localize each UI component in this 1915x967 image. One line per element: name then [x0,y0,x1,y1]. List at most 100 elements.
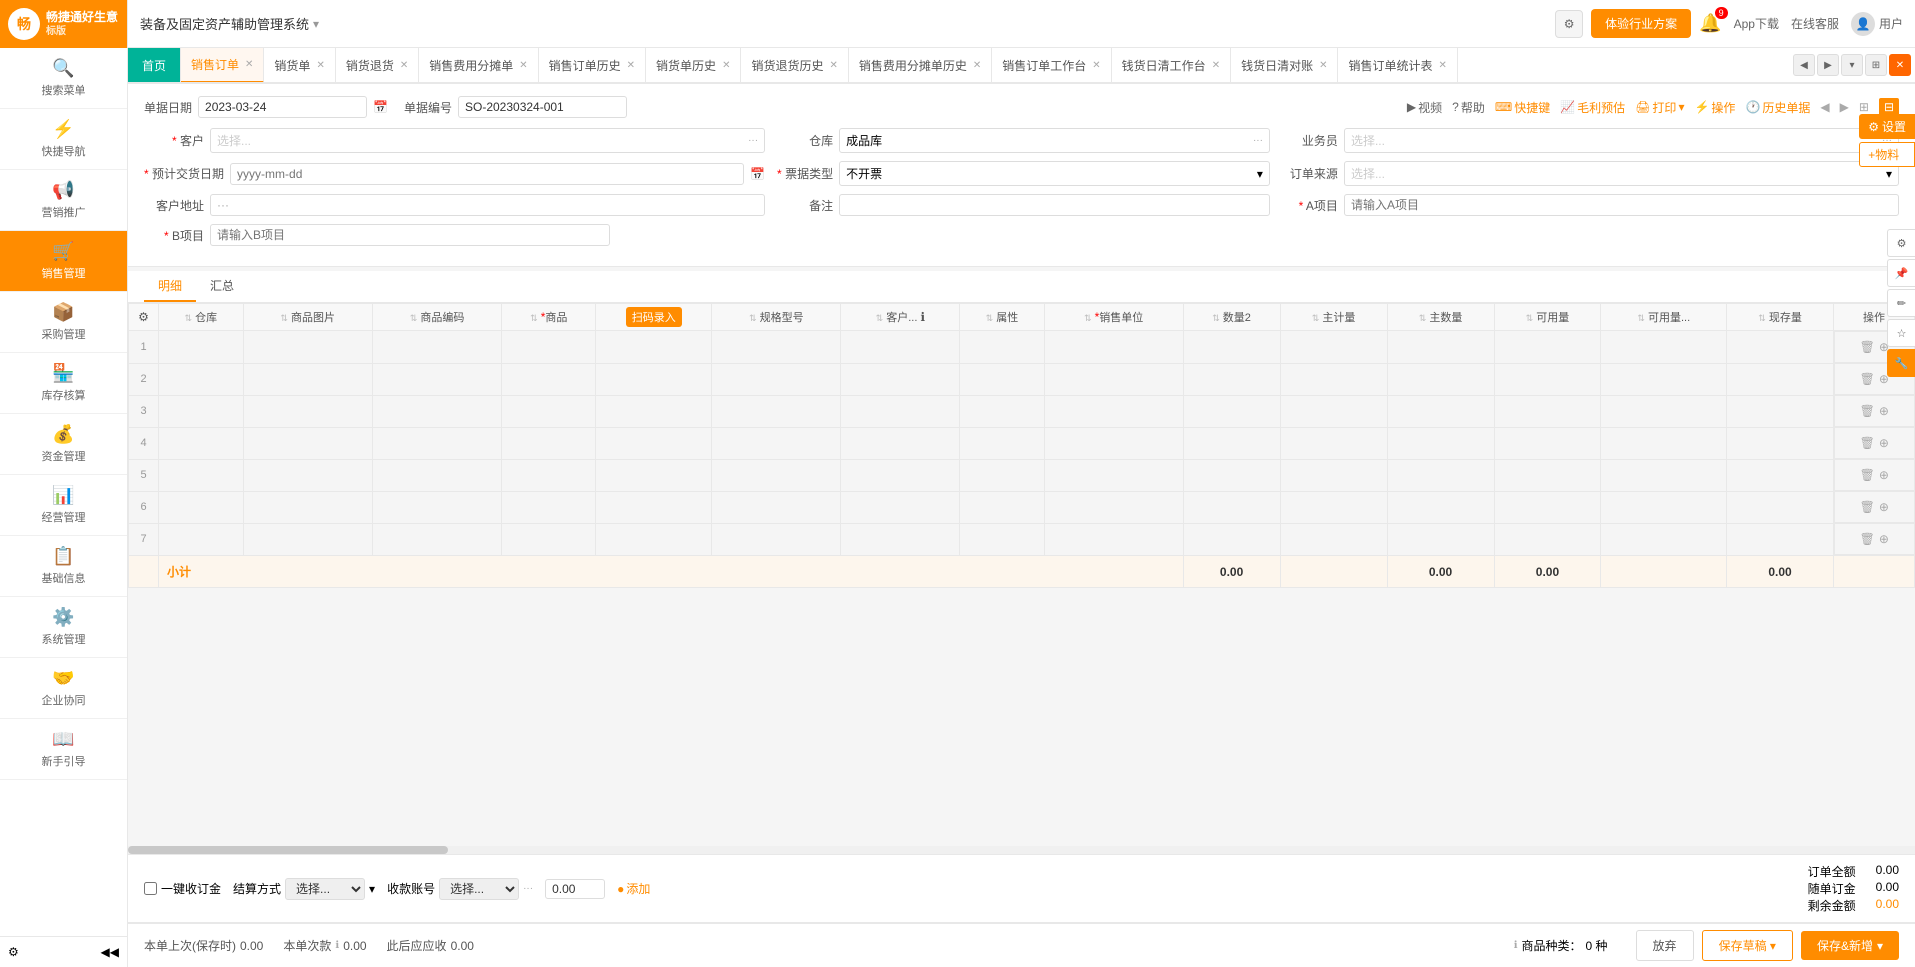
cell-spec[interactable] [712,427,841,459]
cell-sales-unit[interactable] [1044,395,1183,427]
industry-solution-button[interactable]: 体验行业方案 [1591,9,1691,38]
salesperson-select[interactable]: 选择... ··· [1344,128,1899,153]
save-draft-button[interactable]: 保存草稿 ▾ [1702,930,1793,961]
cell-sales-unit[interactable] [1044,491,1183,523]
cell-main-qty[interactable] [1387,459,1494,491]
tab-close-icon[interactable]: ✕ [1212,60,1220,71]
sidebar-item-purchase[interactable]: 📦 采购管理 [0,292,127,353]
cell-stock[interactable] [1727,427,1834,459]
tab-sales-return[interactable]: 销货单 ✕ [264,48,335,83]
cell-stock[interactable] [1727,395,1834,427]
cell-main-unit[interactable] [1280,523,1387,556]
tab-sales-return-history[interactable]: 销货单历史 ✕ [646,48,741,83]
cell-available2[interactable] [1601,459,1727,491]
tab-cash-daily-workbench[interactable]: 钱货日清工作台 ✕ [1112,48,1231,83]
cell-attrs[interactable] [960,395,1045,427]
row-copy-icon[interactable]: ⊕ [1879,404,1889,418]
tab-cash-reconcile[interactable]: 钱货日清对账 ✕ [1231,48,1338,83]
scan-input-btn[interactable]: 扫码录入 [626,307,682,327]
cell-spec[interactable] [712,459,841,491]
cell-warehouse[interactable] [159,491,244,523]
customer-address-select[interactable]: ··· [210,194,765,216]
cell-product-code[interactable] [372,363,501,395]
settings-btn[interactable]: ⚙ 设置 [1859,114,1915,139]
order-source-select[interactable]: 选择... ▾ [1344,161,1899,186]
col-scan-input[interactable]: 扫码录入 [596,304,712,331]
history-link[interactable]: 🕐 历史单据 [1745,99,1810,116]
cell-spec[interactable] [712,491,841,523]
cell-available2[interactable] [1601,523,1727,556]
tab-close-icon[interactable]: ✕ [722,60,730,71]
save-new-button[interactable]: 保存&新增 ▾ [1801,931,1899,960]
cell-qty2[interactable] [1183,523,1280,556]
cell-available2[interactable] [1601,491,1727,523]
row-copy-icon[interactable]: ⊕ [1879,532,1889,546]
cell-main-unit[interactable] [1280,363,1387,395]
tab-home[interactable]: 首页 [128,48,181,83]
cell-available2[interactable] [1601,427,1727,459]
grid-view-btn[interactable]: ⊞ [1859,100,1869,114]
nav-prev-btn[interactable]: ◀ [1820,100,1829,114]
row-delete-icon[interactable]: 🗑 [1860,468,1875,482]
cell-main-qty[interactable] [1387,363,1494,395]
tab-sales-stats[interactable]: 销售订单统计表 ✕ [1338,48,1457,83]
tab-close-icon[interactable]: ✕ [400,60,408,71]
cell-sales-unit[interactable] [1044,459,1183,491]
cell-stock[interactable] [1727,523,1834,556]
add-product-btn[interactable]: +物料 [1859,142,1915,167]
cell-customer-attr[interactable] [841,523,960,556]
scroll-bar[interactable] [128,846,448,854]
sidebar-item-operations[interactable]: 📊 经营管理 [0,475,127,536]
invoice-type-select[interactable]: 不开票 ▾ [839,161,1270,186]
sidebar-item-search[interactable]: 🔍 搜索菜单 [0,48,127,109]
col-main-unit[interactable]: ⇅ 主计量 [1280,304,1387,331]
cell-spec[interactable] [712,523,841,556]
cell-product[interactable] [502,331,596,364]
col-attrs[interactable]: ⇅ 属性 [960,304,1045,331]
tabs-prev-btn[interactable]: ◀ [1793,54,1815,76]
right-panel-settings-btn[interactable]: ⚙ [1887,229,1915,257]
topbar-gear-btn[interactable]: ⚙ [1555,10,1583,38]
tab-close-icon[interactable]: ✕ [627,60,635,71]
row-delete-icon[interactable]: 🗑 [1860,436,1875,450]
tab-close-icon[interactable]: ✕ [245,59,253,70]
cell-stock[interactable] [1727,491,1834,523]
cell-warehouse[interactable] [159,395,244,427]
cell-spec[interactable] [712,363,841,395]
col-warehouse[interactable]: ⇅ 仓库 [159,304,244,331]
cell-attrs[interactable] [960,363,1045,395]
tab-close-icon[interactable]: ✕ [1439,60,1447,71]
col-product-code[interactable]: ⇅ 商品编码 [372,304,501,331]
cell-customer-attr[interactable] [841,427,960,459]
tab-close-icon[interactable]: ✕ [973,60,981,71]
cell-sales-unit[interactable] [1044,523,1183,556]
tab-sales-history[interactable]: 销售订单历史 ✕ [539,48,646,83]
sidebar-item-sales[interactable]: 🛒 销售管理 [0,231,127,292]
a-project-input[interactable] [1344,194,1899,216]
cell-customer-attr[interactable] [841,395,960,427]
cell-product-code[interactable] [372,427,501,459]
cell-warehouse[interactable] [159,363,244,395]
cell-sales-unit[interactable] [1044,331,1183,364]
discard-button[interactable]: 放弃 [1636,930,1694,961]
cell-available2[interactable] [1601,395,1727,427]
sidebar-item-system[interactable]: ⚙️ 系统管理 [0,597,127,658]
print-link[interactable]: 🖨 打印 ▾ [1635,99,1684,116]
right-panel-edit-btn[interactable]: ✏ [1887,289,1915,317]
tab-sales-refund-history[interactable]: 销货退货历史 ✕ [741,48,848,83]
cell-attrs[interactable] [960,427,1045,459]
b-project-input[interactable] [210,224,610,246]
collapse-icon[interactable]: ◀◀ [101,945,119,959]
cell-main-unit[interactable] [1280,491,1387,523]
tab-close-icon[interactable]: ✕ [1092,60,1100,71]
cell-qty2[interactable] [1183,395,1280,427]
cell-main-unit[interactable] [1280,427,1387,459]
sidebar-item-inventory[interactable]: 🏪 库存核算 [0,353,127,414]
tabs-grid-btn[interactable]: ⊞ [1865,54,1887,76]
tab-detail[interactable]: 明细 [144,271,196,302]
cell-qty2[interactable] [1183,331,1280,364]
sidebar-item-enterprise[interactable]: 🤝 企业协同 [0,658,127,719]
cell-customer-attr[interactable] [841,331,960,364]
cell-product[interactable] [502,491,596,523]
row-delete-icon[interactable]: 🗑 [1860,340,1875,354]
